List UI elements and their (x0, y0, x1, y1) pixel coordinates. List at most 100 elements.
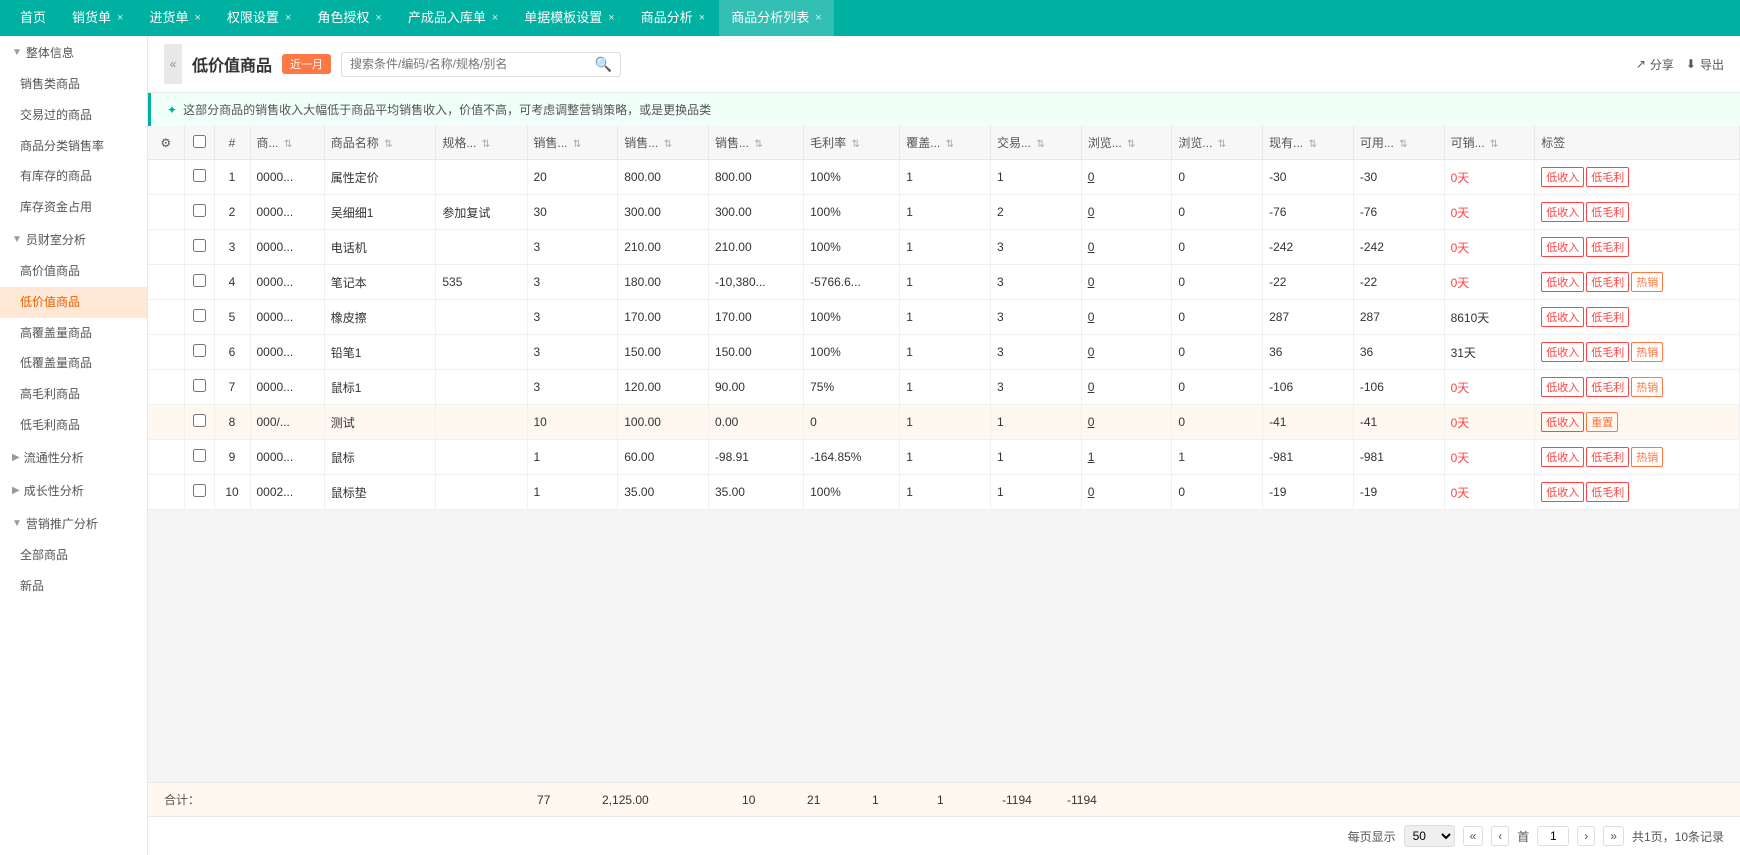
view1-link[interactable]: 0 (1088, 310, 1095, 324)
export-button[interactable]: ⬇ 导出 (1686, 56, 1724, 73)
sidebar-item-low-coverage[interactable]: 低覆盖量商品 (0, 348, 147, 379)
row-checkbox[interactable] (193, 274, 206, 287)
row-checkbox[interactable] (193, 344, 206, 357)
prev-page-button[interactable]: ‹ (1491, 826, 1509, 846)
cell-checkbox[interactable] (184, 405, 214, 440)
cell-view1[interactable]: 0 (1081, 475, 1172, 510)
sidebar-item-low-value[interactable]: 低价值商品 (0, 287, 147, 318)
close-icon[interactable]: × (815, 0, 821, 36)
sort-icon[interactable]: ⇅ (754, 139, 762, 150)
close-icon[interactable]: × (492, 0, 498, 36)
search-input[interactable] (350, 57, 589, 71)
filter-tag-button[interactable]: 近一月 (282, 54, 331, 74)
close-icon[interactable]: × (285, 0, 291, 36)
sort-icon[interactable]: ⇅ (1127, 139, 1135, 150)
last-page-button[interactable]: » (1603, 826, 1624, 846)
sidebar-item-all-goods[interactable]: 全部商品 (0, 540, 147, 571)
cell-view1[interactable]: 0 (1081, 300, 1172, 335)
select-all-checkbox[interactable] (193, 135, 206, 148)
view1-link[interactable]: 0 (1088, 415, 1095, 429)
sidebar-item-high-coverage[interactable]: 高覆盖量商品 (0, 318, 147, 349)
cell-checkbox[interactable] (184, 370, 214, 405)
cell-checkbox[interactable] (184, 335, 214, 370)
cell-view1[interactable]: 0 (1081, 265, 1172, 300)
row-checkbox[interactable] (193, 204, 206, 217)
view1-link[interactable]: 0 (1088, 275, 1095, 289)
row-checkbox[interactable] (193, 239, 206, 252)
cell-checkbox[interactable] (184, 195, 214, 230)
cell-view1[interactable]: 0 (1081, 335, 1172, 370)
per-page-select[interactable]: 50 100 200 (1404, 825, 1455, 847)
cell-view1[interactable]: 0 (1081, 160, 1172, 195)
cell-view1[interactable]: 0 (1081, 230, 1172, 265)
close-icon[interactable]: × (194, 0, 200, 36)
cell-checkbox[interactable] (184, 440, 214, 475)
view1-link[interactable]: 0 (1088, 345, 1095, 359)
nav-role-auth[interactable]: 角色授权 × (305, 0, 393, 36)
col-checkbox-header[interactable] (184, 126, 214, 160)
cell-checkbox[interactable] (184, 300, 214, 335)
nav-sales[interactable]: 销货单 × (60, 0, 135, 36)
view1-link[interactable]: 0 (1088, 170, 1095, 184)
sort-icon[interactable]: ⇅ (851, 139, 859, 150)
sidebar-item-category-sales-rate[interactable]: 商品分类销售率 (0, 131, 147, 162)
sort-icon[interactable]: ⇅ (1399, 139, 1407, 150)
close-icon[interactable]: × (699, 0, 705, 36)
cell-checkbox[interactable] (184, 265, 214, 300)
first-page-button[interactable]: « (1463, 826, 1484, 846)
sidebar-collapse-button[interactable]: « (164, 44, 182, 84)
view1-link[interactable]: 0 (1088, 380, 1095, 394)
sort-icon[interactable]: ⇅ (482, 139, 490, 150)
cell-checkbox[interactable] (184, 160, 214, 195)
nav-product-analysis-list[interactable]: 商品分析列表 × (719, 0, 833, 36)
view1-link[interactable]: 1 (1088, 450, 1095, 464)
sidebar-group-circulation[interactable]: ▶ 流通性分析 (0, 441, 147, 474)
sort-icon[interactable]: ⇅ (1490, 139, 1498, 150)
sidebar-item-high-value[interactable]: 高价值商品 (0, 256, 147, 287)
sort-icon[interactable]: ⇅ (1036, 139, 1044, 150)
cell-checkbox[interactable] (184, 230, 214, 265)
sort-icon[interactable]: ⇅ (1308, 139, 1316, 150)
sidebar-item-new-goods[interactable]: 新品 (0, 571, 147, 602)
close-icon[interactable]: × (608, 0, 614, 36)
cell-checkbox[interactable] (184, 475, 214, 510)
cell-view1[interactable]: 0 (1081, 195, 1172, 230)
sidebar-item-traded-goods[interactable]: 交易过的商品 (0, 100, 147, 131)
sidebar-group-financial[interactable]: ▼ 员财室分析 (0, 223, 147, 256)
share-button[interactable]: ↗ 分享 (1636, 56, 1674, 73)
close-icon[interactable]: × (375, 0, 381, 36)
col-gear[interactable]: ⚙ (148, 126, 184, 160)
row-checkbox[interactable] (193, 309, 206, 322)
view1-link[interactable]: 0 (1088, 485, 1095, 499)
cell-view1[interactable]: 0 (1081, 370, 1172, 405)
view1-link[interactable]: 0 (1088, 205, 1095, 219)
sidebar-item-inventory-capital[interactable]: 库存资金占用 (0, 192, 147, 223)
next-page-button[interactable]: › (1577, 826, 1595, 846)
row-checkbox[interactable] (193, 169, 206, 182)
close-icon[interactable]: × (117, 0, 123, 36)
row-checkbox[interactable] (193, 484, 206, 497)
row-checkbox[interactable] (193, 414, 206, 427)
sidebar-item-sales-goods[interactable]: 销售类商品 (0, 69, 147, 100)
sidebar-group-marketing[interactable]: ▼ 营销推广分析 (0, 507, 147, 540)
view1-link[interactable]: 0 (1088, 240, 1095, 254)
sort-icon[interactable]: ⇅ (284, 139, 292, 150)
nav-permission[interactable]: 权限设置 × (215, 0, 303, 36)
nav-template-settings[interactable]: 单据模板设置 × (512, 0, 626, 36)
row-checkbox[interactable] (193, 379, 206, 392)
cell-view1[interactable]: 1 (1081, 440, 1172, 475)
row-checkbox[interactable] (193, 449, 206, 462)
sort-icon[interactable]: ⇅ (664, 139, 672, 150)
sort-icon[interactable]: ⇅ (573, 139, 581, 150)
sidebar-group-growth[interactable]: ▶ 成长性分析 (0, 474, 147, 507)
nav-purchase[interactable]: 进货单 × (137, 0, 212, 36)
nav-home[interactable]: 首页 (8, 0, 58, 36)
page-number-input[interactable] (1537, 826, 1569, 846)
sort-icon[interactable]: ⇅ (1218, 139, 1226, 150)
nav-product-analysis[interactable]: 商品分析 × (629, 0, 717, 36)
cell-view1[interactable]: 0 (1081, 405, 1172, 440)
sort-icon[interactable]: ⇅ (384, 139, 392, 150)
sidebar-group-overview[interactable]: ▼ 整体信息 (0, 36, 147, 69)
sort-icon[interactable]: ⇅ (946, 139, 954, 150)
nav-product-storage[interactable]: 产成品入库单 × (396, 0, 510, 36)
